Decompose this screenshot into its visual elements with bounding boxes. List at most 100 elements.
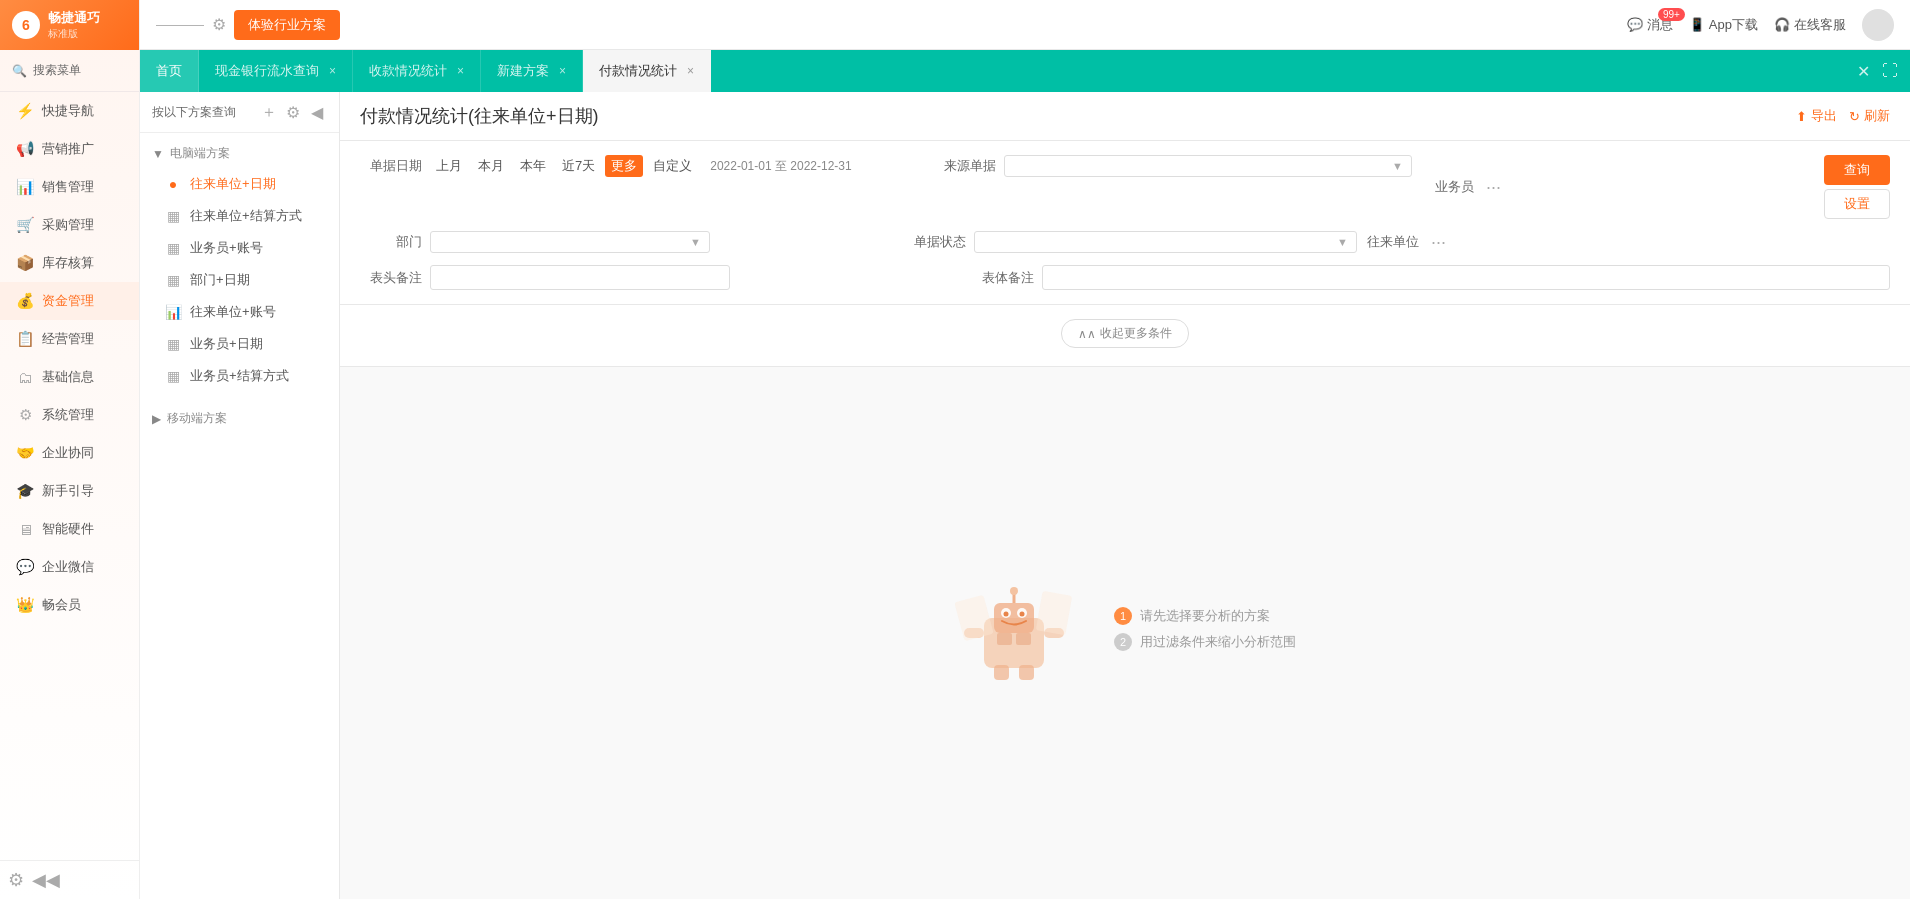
topbar-left: ———— ⚙ 体验行业方案 <box>156 10 340 40</box>
tab-home-label: 首页 <box>156 62 182 80</box>
message-badge: 99+ <box>1658 8 1685 21</box>
app-icon: 📱 <box>1689 17 1705 32</box>
desktop-scheme-section-title[interactable]: ▼ 电脑端方案 <box>140 139 339 168</box>
close-all-tabs-button[interactable]: ✕ <box>1853 58 1874 85</box>
empty-tip-2: 2 用过滤条件来缩小分析范围 <box>1114 633 1296 651</box>
sidebar-item-cooperation[interactable]: 🤝 企业协同 <box>0 434 139 472</box>
scheme-item-unit-account[interactable]: 📊 往来单位+账号 <box>140 296 339 328</box>
guide-icon: 🎓 <box>16 482 34 500</box>
tab-receipt-stats-close[interactable]: × <box>457 64 464 78</box>
last-7days-btn[interactable]: 近7天 <box>556 155 601 177</box>
partner-filter-label: 往来单位 <box>1357 233 1427 251</box>
collapse-scheme-panel-button[interactable]: ◀ <box>307 102 327 122</box>
mobile-scheme-section-title[interactable]: ▶ 移动端方案 <box>140 404 339 433</box>
export-button[interactable]: ⬆ 导出 <box>1796 107 1837 125</box>
sidebar-item-guide[interactable]: 🎓 新手引导 <box>0 472 139 510</box>
scheme-item-staff-account[interactable]: ▦ 业务员+账号 <box>140 232 339 264</box>
purchase-icon: 🛒 <box>16 216 34 234</box>
more-date-btn[interactable]: 更多 <box>605 155 643 177</box>
this-month-btn[interactable]: 本月 <box>472 155 510 177</box>
collapse-conditions-button[interactable]: ∧∧ 收起更多条件 <box>1061 319 1189 348</box>
logo-icon: 6 <box>12 11 40 39</box>
scheme-panel-header: 按以下方案查询 ＋ ⚙ ◀ <box>140 92 339 133</box>
scheme-panel-title: 按以下方案查询 <box>152 104 236 121</box>
sidebar-item-sales[interactable]: 📊 销售管理 <box>0 168 139 206</box>
head-note-input[interactable] <box>430 265 730 290</box>
body-note-label: 表体备注 <box>972 269 1042 287</box>
page-header: 付款情况统计(往来单位+日期) ⬆ 导出 ↻ 刷新 <box>340 92 1910 141</box>
sidebar-item-weixin[interactable]: 💬 企业微信 <box>0 548 139 586</box>
doc-status-select[interactable]: ▼ <box>974 231 1357 253</box>
message-button[interactable]: 💬 消息 99+ <box>1627 16 1673 34</box>
tab-new-scheme[interactable]: 新建方案 × <box>481 50 583 92</box>
scheme-settings-button[interactable]: ⚙ <box>283 102 303 122</box>
sidebar-item-quick-nav[interactable]: ⚡ 快捷导航 <box>0 92 139 130</box>
scheme-item-dept-date[interactable]: ▦ 部门+日期 <box>140 264 339 296</box>
scheme-item-unit-settle[interactable]: ▦ 往来单位+结算方式 <box>140 200 339 232</box>
dept-select[interactable]: ▼ <box>430 231 710 253</box>
empty-tip-1: 1 请先选择要分析的方案 <box>1114 607 1296 625</box>
trial-button[interactable]: 体验行业方案 <box>234 10 340 40</box>
refresh-button[interactable]: ↻ 刷新 <box>1849 107 1890 125</box>
tab-home[interactable]: 首页 <box>140 50 199 92</box>
desktop-scheme-section: ▼ 电脑端方案 ● 往来单位+日期 ▦ 往来单位+结算方式 ▦ 业务员+账号 ▦ <box>140 133 339 398</box>
collapse-sidebar-button[interactable]: ◀◀ <box>32 869 60 891</box>
add-scheme-button[interactable]: ＋ <box>259 102 279 122</box>
settings-footer-button[interactable]: ⚙ <box>8 869 24 891</box>
partner-select-dots[interactable]: ··· <box>1427 232 1450 253</box>
tabbar: 首页 现金银行流水查询 × 收款情况统计 × 新建方案 × 付款情况统计 × ✕… <box>140 50 1910 92</box>
sidebar-item-vip[interactable]: 👑 畅会员 <box>0 586 139 624</box>
scheme-item-label: 部门+日期 <box>190 271 250 289</box>
sidebar-item-operations[interactable]: 📋 经营管理 <box>0 320 139 358</box>
source-select[interactable]: ▼ <box>1004 155 1412 177</box>
maximize-button[interactable]: ⛶ <box>1878 58 1902 84</box>
cooperation-icon: 🤝 <box>16 444 34 462</box>
app-download-button[interactable]: 📱 App下载 <box>1689 16 1758 34</box>
svg-rect-1 <box>994 603 1034 633</box>
query-button[interactable]: 查询 <box>1824 155 1890 185</box>
scheme-item-unit-date[interactable]: ● 往来单位+日期 <box>140 168 339 200</box>
sidebar-item-hardware[interactable]: 🖥 智能硬件 <box>0 510 139 548</box>
search-menu-button[interactable]: 🔍 搜索菜单 <box>8 58 131 83</box>
empty-svg <box>954 583 1074 683</box>
user-avatar[interactable] <box>1862 9 1894 41</box>
tab-receipt-stats[interactable]: 收款情况统计 × <box>353 50 481 92</box>
sidebar-item-finance[interactable]: 💰 资金管理 <box>0 282 139 320</box>
sidebar-item-basic-info[interactable]: 🗂 基础信息 <box>0 358 139 396</box>
scheme-item-staff-date[interactable]: ▦ 业务员+日期 <box>140 328 339 360</box>
svg-rect-8 <box>997 633 1012 645</box>
date-filter-label: 单据日期 <box>360 157 430 175</box>
tab-payment-stats[interactable]: 付款情况统计 × <box>583 50 711 92</box>
tab-cash-flow-close[interactable]: × <box>329 64 336 78</box>
mobile-section-collapse-icon: ▶ <box>152 412 161 426</box>
weixin-icon: 💬 <box>16 558 34 576</box>
service-button[interactable]: 🎧 在线客服 <box>1774 16 1846 34</box>
tab-new-scheme-close[interactable]: × <box>559 64 566 78</box>
last-month-btn[interactable]: 上月 <box>430 155 468 177</box>
finance-icon: 💰 <box>16 292 34 310</box>
sidebar-footer: ⚙ ◀◀ <box>0 860 139 899</box>
this-year-btn[interactable]: 本年 <box>514 155 552 177</box>
sidebar-item-label: 智能硬件 <box>42 520 94 538</box>
staff-account-icon: ▦ <box>164 240 182 256</box>
sidebar-item-marketing[interactable]: 📢 营销推广 <box>0 130 139 168</box>
mobile-scheme-section: ▶ 移动端方案 <box>140 398 339 439</box>
tab-payment-stats-close[interactable]: × <box>687 64 694 78</box>
empty-illustration <box>954 583 1074 683</box>
scheme-item-staff-settle[interactable]: ▦ 业务员+结算方式 <box>140 360 339 392</box>
staff-select-dots[interactable]: ··· <box>1482 177 1505 198</box>
sidebar-item-purchase[interactable]: 🛒 采购管理 <box>0 206 139 244</box>
settings-button[interactable]: ⚙ <box>212 15 226 34</box>
sidebar-item-system[interactable]: ⚙ 系统管理 <box>0 396 139 434</box>
setting-button[interactable]: 设置 <box>1824 189 1890 219</box>
sidebar-item-inventory[interactable]: 📦 库存核算 <box>0 244 139 282</box>
body-note-input[interactable] <box>1042 265 1890 290</box>
tab-cash-flow[interactable]: 现金银行流水查询 × <box>199 50 353 92</box>
custom-date-btn[interactable]: 自定义 <box>647 155 698 177</box>
inventory-icon: 📦 <box>16 254 34 272</box>
scheme-item-label: 业务员+结算方式 <box>190 367 289 385</box>
app-label: App下载 <box>1709 16 1758 34</box>
export-label: 导出 <box>1811 107 1837 125</box>
scheme-panel: 按以下方案查询 ＋ ⚙ ◀ ▼ 电脑端方案 ● 往来单位+日期 ▦ <box>140 92 340 899</box>
scheme-panel-actions: ＋ ⚙ ◀ <box>259 102 327 122</box>
